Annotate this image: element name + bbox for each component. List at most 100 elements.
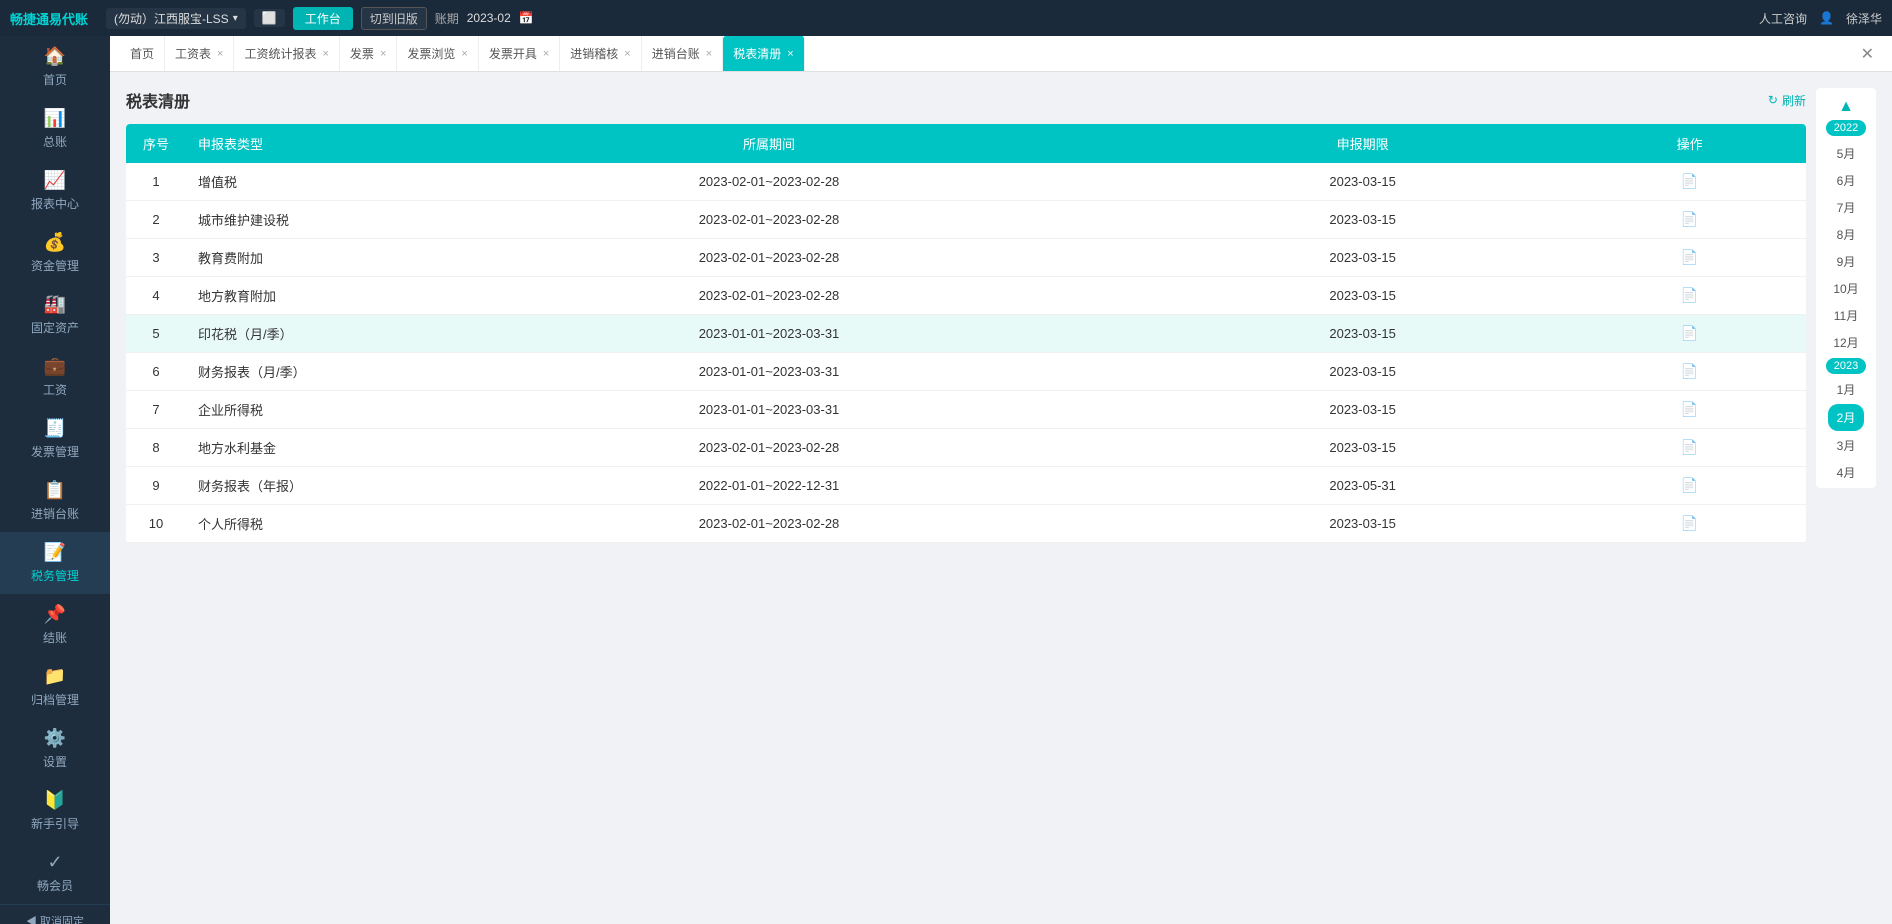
action-icon[interactable]: 📄 [1681, 363, 1698, 379]
calendar-month-item[interactable]: 7月 [1833, 194, 1858, 221]
old-version-button[interactable]: 切到旧版 [361, 7, 427, 30]
cell-action[interactable]: 📄 [1573, 429, 1806, 467]
cell-action[interactable]: 📄 [1573, 239, 1806, 277]
sidebar-item-invoice[interactable]: 🧾 发票管理 [0, 408, 110, 470]
calendar-month-item[interactable]: 12月 [1833, 329, 1858, 356]
user-info: 人工咨询 👤 徐泽华 [1759, 10, 1882, 27]
cell-no: 1 [126, 163, 186, 201]
sidebar-item-label: 固定资产 [31, 319, 79, 336]
sidebar-item-member[interactable]: ✓ 畅会员 [0, 842, 110, 904]
sidebar-item-label: 税务管理 [31, 567, 79, 584]
tab-invoice[interactable]: 发票 × [340, 36, 397, 72]
copy-button[interactable]: ⬜ [254, 9, 285, 27]
close-icon[interactable]: × [217, 48, 223, 60]
cell-deadline: 2023-03-15 [1152, 429, 1573, 467]
close-icon[interactable]: × [787, 48, 793, 60]
calendar-month-item[interactable]: 9月 [1833, 248, 1858, 275]
cell-action[interactable]: 📄 [1573, 505, 1806, 543]
months-2022: 5月6月7月8月9月10月11月12月 [1833, 140, 1858, 356]
calendar-month-item[interactable]: 4月 [1828, 459, 1864, 486]
refresh-icon: ↻ [1768, 93, 1778, 107]
tab-payroll-report-label: 工资统计报表 [244, 45, 316, 62]
cell-type: 印花税（月/季） [186, 315, 386, 353]
human-consult[interactable]: 人工咨询 [1759, 10, 1807, 27]
cell-period: 2023-01-01~2023-03-31 [386, 391, 1152, 429]
cell-deadline: 2023-03-15 [1152, 391, 1573, 429]
calendar-month-item[interactable]: 3月 [1828, 432, 1864, 459]
col-header-deadline: 申报期限 [1152, 124, 1573, 163]
action-icon[interactable]: 📄 [1681, 325, 1698, 341]
tab-home[interactable]: 首页 [120, 36, 165, 72]
sidebar-item-general-ledger[interactable]: 📊 总账 [0, 98, 110, 160]
close-icon[interactable]: × [322, 48, 328, 60]
action-icon[interactable]: 📄 [1681, 401, 1698, 417]
sidebar-item-tax-management[interactable]: 📝 税务管理 [0, 532, 110, 594]
calendar-month-item[interactable]: 2月 [1828, 404, 1864, 431]
invoice-icon: 🧾 [44, 418, 66, 439]
close-icon[interactable]: × [624, 48, 630, 60]
tab-bar: 首页 工资表 × 工资统计报表 × 发票 × 发票浏览 × 发票开具 × [110, 36, 1892, 72]
sidebar-item-fund-management[interactable]: 💰 资金管理 [0, 222, 110, 284]
sidebar-item-newbie[interactable]: 🔰 新手引导 [0, 780, 110, 842]
company-selector[interactable]: (勿动）江西服宝-LSS ▾ [106, 8, 246, 29]
sidebar-footer[interactable]: ◀ 取消固定 [0, 904, 110, 924]
calendar-down-icon[interactable]: ▼ [1834, 486, 1858, 488]
cell-deadline: 2023-03-15 [1152, 201, 1573, 239]
period-value: 2023-02 [467, 11, 511, 25]
calendar-month-item[interactable]: 1月 [1828, 376, 1864, 403]
calendar-month-item[interactable]: 8月 [1833, 221, 1858, 248]
cell-action[interactable]: 📄 [1573, 315, 1806, 353]
action-icon[interactable]: 📄 [1681, 477, 1698, 493]
cell-action[interactable]: 📄 [1573, 391, 1806, 429]
tab-invoice-issue[interactable]: 发票开具 × [479, 36, 560, 72]
action-icon[interactable]: 📄 [1681, 249, 1698, 265]
sidebar-item-home[interactable]: 🏠 首页 [0, 36, 110, 98]
cell-action[interactable]: 📄 [1573, 277, 1806, 315]
year-2022-label[interactable]: 2022 [1826, 120, 1866, 136]
cell-action[interactable]: 📄 [1573, 201, 1806, 239]
tab-purchase-ledger[interactable]: 进销台账 × [642, 36, 723, 72]
sidebar-item-fixed-assets[interactable]: 🏭 固定资产 [0, 284, 110, 346]
calendar-month-item[interactable]: 6月 [1833, 167, 1858, 194]
tab-tax-list[interactable]: 税表清册 × [723, 36, 804, 72]
calendar-month-item[interactable]: 5月 [1833, 140, 1858, 167]
cell-deadline: 2023-05-31 [1152, 467, 1573, 505]
tab-purchase-check[interactable]: 进销稽核 × [560, 36, 641, 72]
sidebar-item-payroll[interactable]: 💼 工资 [0, 346, 110, 408]
action-icon[interactable]: 📄 [1681, 173, 1698, 189]
action-icon[interactable]: 📄 [1681, 515, 1698, 531]
close-icon[interactable]: × [706, 48, 712, 60]
cell-action[interactable]: 📄 [1573, 163, 1806, 201]
workspace-button[interactable]: 工作台 [293, 7, 353, 30]
calendar-up-icon[interactable]: ▲ [1834, 94, 1858, 120]
cell-no: 7 [126, 391, 186, 429]
sidebar-item-settings[interactable]: ⚙️ 设置 [0, 718, 110, 780]
year-2023-badge[interactable]: 2023 [1826, 358, 1866, 374]
close-icon[interactable]: × [461, 48, 467, 60]
tab-payroll-report[interactable]: 工资统计报表 × [234, 36, 339, 72]
close-icon[interactable]: × [380, 48, 386, 60]
tab-close-all-icon[interactable]: ✕ [1853, 44, 1882, 64]
refresh-button[interactable]: ↻ 刷新 [1768, 92, 1806, 109]
user-name[interactable]: 徐泽华 [1846, 10, 1882, 27]
cell-action[interactable]: 📄 [1573, 467, 1806, 505]
cell-action[interactable]: 📄 [1573, 353, 1806, 391]
cell-period: 2022-01-01~2022-12-31 [386, 467, 1152, 505]
sidebar-item-report-center[interactable]: 📈 报表中心 [0, 160, 110, 222]
tab-invoice-browse[interactable]: 发票浏览 × [397, 36, 478, 72]
action-icon[interactable]: 📄 [1681, 439, 1698, 455]
calendar-month-item[interactable]: 10月 [1833, 275, 1858, 302]
col-header-action: 操作 [1573, 124, 1806, 163]
cell-type: 财务报表（年报） [186, 467, 386, 505]
close-icon[interactable]: × [543, 48, 549, 60]
table-header: 序号 申报表类型 所属期间 申报期限 操作 [126, 124, 1806, 163]
home-icon: 🏠 [44, 46, 66, 67]
sidebar-item-purchase-sales[interactable]: 📋 进销台账 [0, 470, 110, 532]
action-icon[interactable]: 📄 [1681, 287, 1698, 303]
calendar-icon[interactable]: 📅 [519, 11, 534, 25]
tab-payroll[interactable]: 工资表 × [165, 36, 234, 72]
action-icon[interactable]: 📄 [1681, 211, 1698, 227]
calendar-month-item[interactable]: 11月 [1833, 302, 1858, 329]
sidebar-item-archive[interactable]: 📁 归档管理 [0, 656, 110, 718]
sidebar-item-settlement[interactable]: 📌 结账 [0, 594, 110, 656]
